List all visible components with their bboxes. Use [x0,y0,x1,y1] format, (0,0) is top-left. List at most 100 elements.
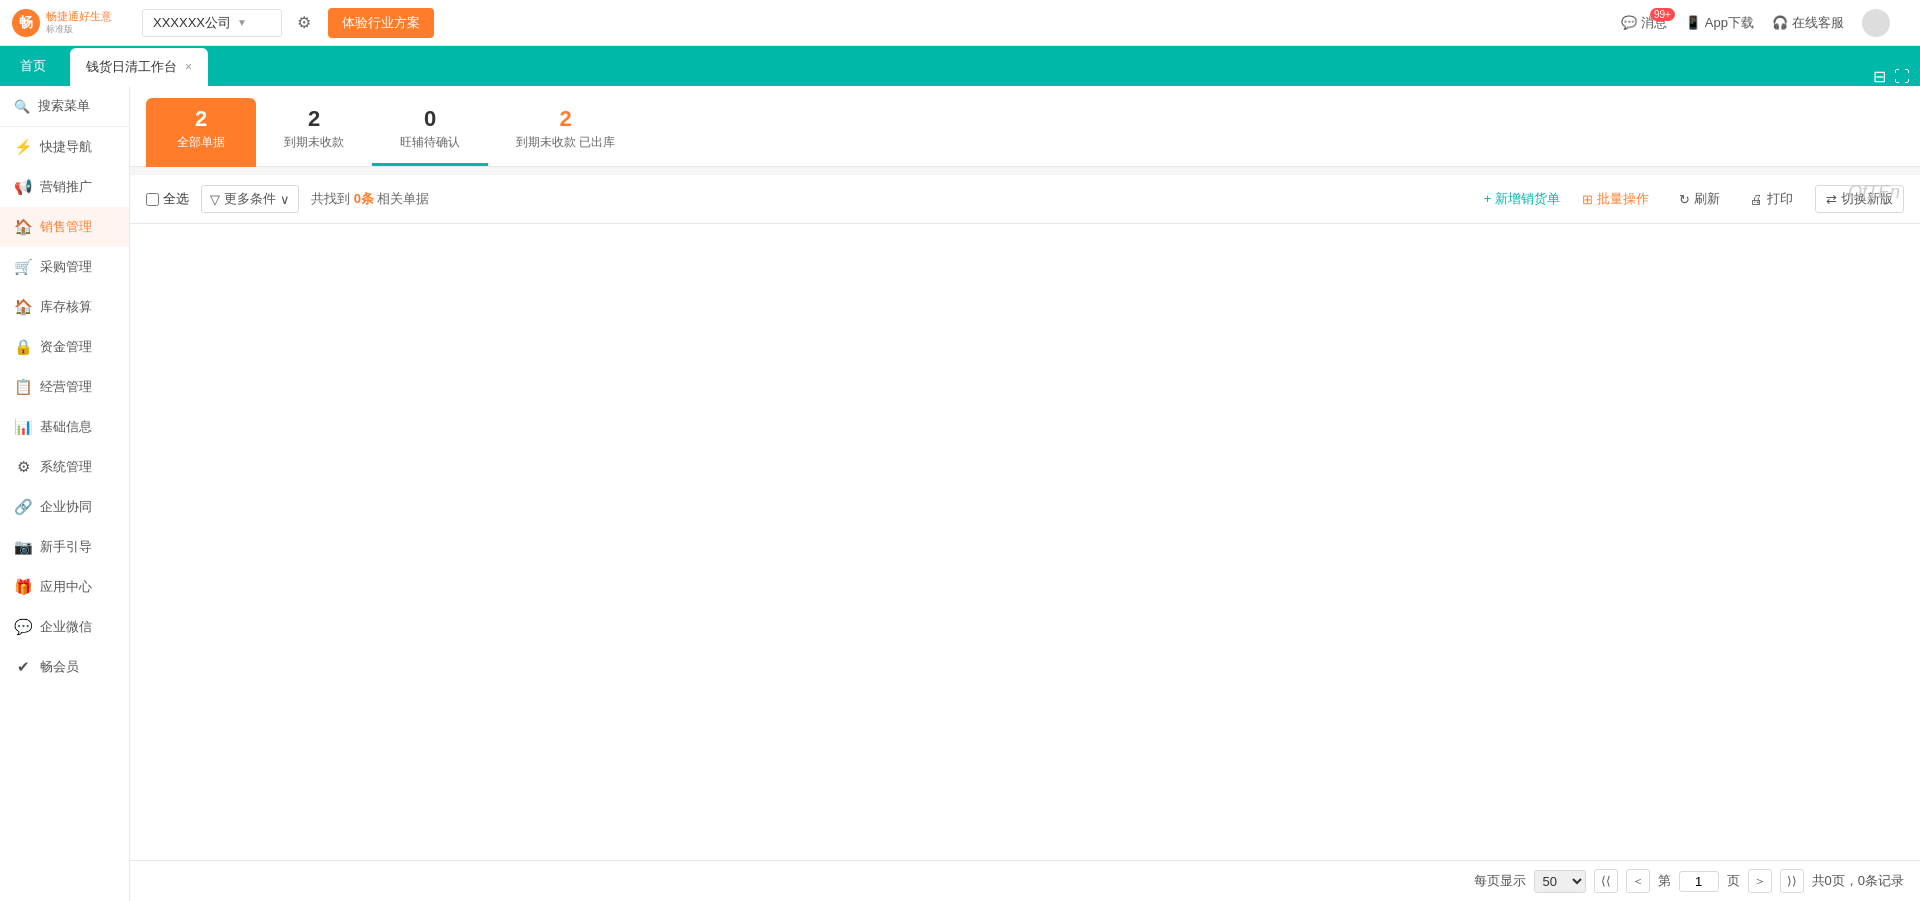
sidebar-item-marketing[interactable]: 📢 营销推广 [0,167,129,207]
membership-icon: ✔ [14,658,32,676]
sidebar-item-app-center[interactable]: 🎁 应用中心 [0,567,129,607]
switch-new-button[interactable]: ⇄ 切换新版 [1815,185,1904,213]
stat-num-all: 2 [174,106,228,132]
expand-icon[interactable]: ⛶ [1894,68,1910,86]
basic-info-icon: 📊 [14,418,32,436]
app-download-action[interactable]: 📱 App下载 [1685,14,1754,32]
app-center-icon: 🎁 [14,578,32,596]
sidebar-item-operation[interactable]: 📋 经营管理 [0,367,129,407]
refresh-button[interactable]: ↻ 刷新 [1671,186,1728,212]
settings-icon[interactable]: ⚙ [290,9,318,37]
search-icon: 🔍 [14,99,30,114]
operation-icon: 📋 [14,378,32,396]
marketing-icon: 📢 [14,178,32,196]
company-name: XXXXXX公司 [153,14,231,32]
switch-icon: ⇄ [1826,192,1837,207]
stat-label-pending: 旺辅待确认 [400,134,460,151]
sidebar-item-sales[interactable]: 🏠 销售管理 [0,207,129,247]
table-empty [130,224,1920,860]
quick-nav-icon: ⚡ [14,138,32,156]
tab-close-icon[interactable]: × [185,60,192,74]
next-page-button[interactable]: ＞ [1748,869,1772,893]
avatar[interactable] [1862,9,1890,37]
sidebar-item-enterprise-wechat[interactable]: 💬 企业微信 [0,607,129,647]
toolbar-right: + 新增销货单 ⊞ 批量操作 ↻ 刷新 🖨 打印 ⇄ 切换新版 [1484,185,1904,213]
message-icon: 💬 [1621,15,1637,30]
select-all-checkbox[interactable] [146,193,159,206]
sidebar-item-basic-info[interactable]: 📊 基础信息 [0,407,129,447]
filter-button[interactable]: ▽ 更多条件 ∨ [201,185,299,213]
last-page-button[interactable]: ⟩⟩ [1780,869,1804,893]
stat-num-overdue: 2 [284,106,344,132]
add-order-button[interactable]: + 新增销货单 [1484,190,1560,208]
logo-icon: 畅 [12,9,40,37]
online-service-action[interactable]: 🎧 在线客服 [1772,14,1844,32]
mobile-icon: 📱 [1685,15,1701,30]
sidebar-item-system[interactable]: ⚙ 系统管理 [0,447,129,487]
message-action[interactable]: 💬 消息 99+ [1621,14,1667,32]
header-right: 💬 消息 99+ 📱 App下载 🎧 在线客服 [1621,9,1908,37]
tab-bar: 首页 钱货日清工作台 × ⊟ ⛶ [0,46,1920,86]
total-info: 共0页，0条记录 [1812,872,1904,890]
sidebar-item-inventory[interactable]: 🏠 库存核算 [0,287,129,327]
message-badge: 99+ [1650,8,1675,21]
stat-label-overdue: 到期未收款 [284,134,344,151]
page-label2: 页 [1727,872,1740,890]
sidebar-item-quick-nav[interactable]: ⚡ 快捷导航 [0,127,129,167]
stat-num-pending: 0 [400,106,460,132]
sidebar-item-enterprise-coop[interactable]: 🔗 企业协同 [0,487,129,527]
chevron-down-icon: ▼ [237,17,247,28]
page-label: 第 [1658,872,1671,890]
sidebar-item-membership[interactable]: ✔ 畅会员 [0,647,129,687]
sidebar-item-finance[interactable]: 🔒 资金管理 [0,327,129,367]
enterprise-wechat-icon: 💬 [14,618,32,636]
page-input[interactable] [1679,871,1719,892]
toolbar: 全选 ▽ 更多条件 ∨ 共找到 0条 相关单据 + 新增销货单 ⊞ 批量操作 ↻… [130,175,1920,224]
search-menu[interactable]: 🔍 搜索菜单 [0,86,129,127]
print-icon: 🖨 [1750,192,1763,207]
enterprise-coop-icon: 🔗 [14,498,32,516]
stat-label-overdue-shipped: 到期未收款 已出库 [516,134,615,151]
stats-tabs: 2 全部单据 2 到期未收款 0 旺辅待确认 2 到期未收款 已出库 [130,86,1920,167]
print-button[interactable]: 🖨 打印 [1742,186,1801,212]
inventory-icon: 🏠 [14,298,32,316]
top-header: 畅 畅捷通好生意 标准版 XXXXXX公司 ▼ ⚙ 体验行业方案 💬 消息 99… [0,0,1920,46]
logo-text: 畅捷通好生意 [46,9,112,23]
stat-num-overdue-shipped: 2 [516,106,615,132]
stat-tab-pending[interactable]: 0 旺辅待确认 [372,98,488,166]
stat-tab-all[interactable]: 2 全部单据 [146,98,256,167]
sidebar-item-purchase[interactable]: 🛒 采购管理 [0,247,129,287]
system-icon: ⚙ [14,458,32,476]
tab-label: 钱货日清工作台 [86,58,177,76]
headset-icon: 🎧 [1772,15,1788,30]
tab-active[interactable]: 钱货日清工作台 × [70,48,208,86]
trial-button[interactable]: 体验行业方案 [328,8,434,38]
tab-home[interactable]: 首页 [0,46,66,86]
filter-icon: ▽ [210,192,220,207]
found-text: 共找到 0条 相关单据 [311,190,429,208]
batch-button[interactable]: ⊞ 批量操作 [1574,186,1657,212]
sales-icon: 🏠 [14,218,32,236]
select-all-area[interactable]: 全选 [146,190,189,208]
guide-icon: 📷 [14,538,32,556]
first-page-button[interactable]: ⟨⟨ [1594,869,1618,893]
prev-page-button[interactable]: ＜ [1626,869,1650,893]
company-selector[interactable]: XXXXXX公司 ▼ [142,9,282,37]
chevron-icon: ∨ [280,192,290,207]
page-size-label: 每页显示 [1474,872,1526,890]
logo-area: 畅 畅捷通好生意 标准版 [12,9,142,37]
logo-tag: 标准版 [46,23,112,36]
table-area [130,224,1920,860]
sidebar-item-guide[interactable]: 📷 新手引导 [0,527,129,567]
finance-icon: 🔒 [14,338,32,356]
page-size-select[interactable]: 50 10 20 100 [1534,870,1586,893]
tab-bar-right: ⊟ ⛶ [1873,67,1920,86]
pagination-bar: 每页显示 50 10 20 100 ⟨⟨ ＜ 第 页 ＞ ⟩⟩ 共0页，0条记录 [130,860,1920,901]
sidebar: 🔍 搜索菜单 ⚡ 快捷导航 📢 营销推广 🏠 销售管理 🛒 采购管理 🏠 库存核… [0,86,130,901]
stat-tab-overdue-shipped[interactable]: 2 到期未收款 已出库 [488,98,643,166]
purchase-icon: 🛒 [14,258,32,276]
stat-label-all: 全部单据 [174,134,228,151]
minimize-icon[interactable]: ⊟ [1873,67,1886,86]
content-area: 2 全部单据 2 到期未收款 0 旺辅待确认 2 到期未收款 已出库 全选 [130,86,1920,901]
stat-tab-overdue[interactable]: 2 到期未收款 [256,98,372,166]
